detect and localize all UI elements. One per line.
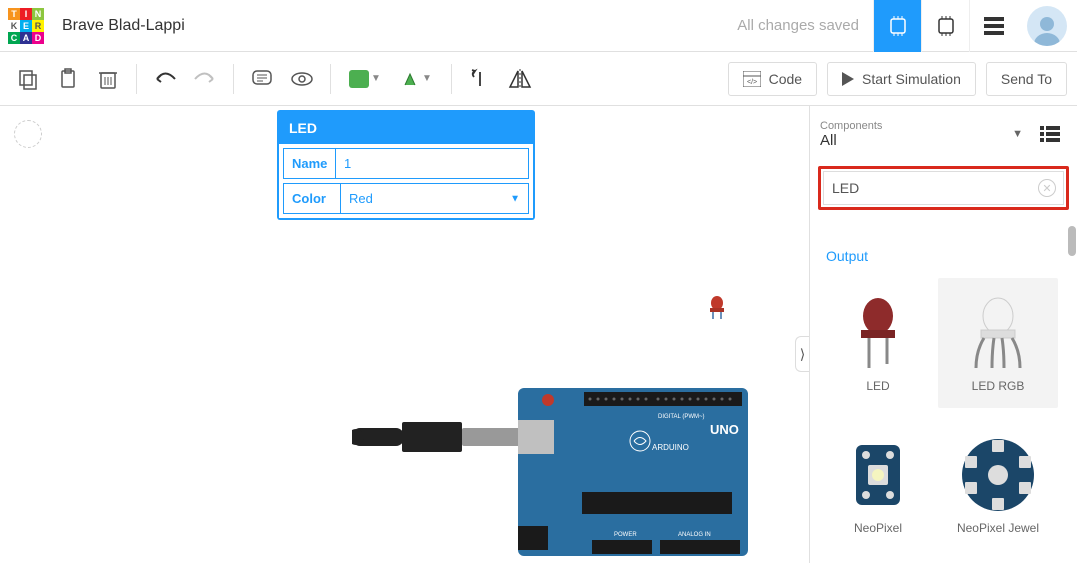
wire-type-button[interactable]: ▼ bbox=[393, 61, 441, 97]
property-row-color: Color Red ▼ bbox=[283, 183, 529, 214]
send-to-button[interactable]: Send To bbox=[986, 62, 1067, 96]
components-category-select[interactable]: Components All bbox=[820, 120, 1002, 149]
main-area: LED Name Color Red ▼ bbox=[0, 106, 1077, 563]
property-label-color: Color bbox=[284, 184, 340, 213]
scrollbar-thumb[interactable] bbox=[1068, 226, 1076, 256]
svg-text:ANALOG IN: ANALOG IN bbox=[678, 532, 711, 538]
start-sim-label: Start Simulation bbox=[862, 71, 961, 87]
project-title[interactable]: Brave Blad-Lappi bbox=[62, 17, 737, 35]
svg-text:POWER: POWER bbox=[614, 532, 637, 538]
svg-text:</>: </> bbox=[747, 79, 757, 86]
search-highlight: ✕ bbox=[818, 166, 1069, 210]
svg-text:DIGITAL (PWM~): DIGITAL (PWM~) bbox=[658, 414, 705, 420]
properties-title: LED bbox=[279, 112, 533, 144]
toolbar-separator bbox=[451, 64, 452, 94]
code-button[interactable]: </> Code bbox=[728, 62, 817, 96]
component-item-neopixel-jewel[interactable]: NeoPixel Jewel bbox=[938, 420, 1058, 550]
header-view-icons bbox=[873, 0, 1017, 52]
components-value: All bbox=[820, 132, 1002, 149]
notes-button[interactable] bbox=[244, 61, 280, 97]
circuit-view-icon[interactable] bbox=[873, 0, 921, 52]
rotate-button[interactable] bbox=[462, 61, 498, 97]
neopixel-jewel-icon bbox=[959, 435, 1037, 515]
undo-button[interactable] bbox=[147, 61, 183, 97]
search-clear-button[interactable]: ✕ bbox=[1038, 179, 1056, 197]
list-toggle-button[interactable] bbox=[1033, 117, 1067, 151]
paste-button[interactable] bbox=[50, 61, 86, 97]
canvas-component-arduino[interactable]: UNO ARDUINO DIGITAL (PWM~) POWER ANALOG … bbox=[352, 378, 752, 563]
svg-text:ARDUINO: ARDUINO bbox=[652, 443, 689, 452]
toolbar-separator bbox=[136, 64, 137, 94]
tinkercad-logo[interactable]: TIN KER CAD bbox=[0, 0, 52, 52]
component-item-neopixel[interactable]: NeoPixel bbox=[818, 420, 938, 550]
list-view-icon[interactable] bbox=[969, 0, 1017, 52]
toolbar-separator bbox=[330, 64, 331, 94]
save-status: All changes saved bbox=[737, 17, 859, 34]
property-row-name: Name bbox=[283, 148, 529, 179]
code-icon: </> bbox=[743, 71, 761, 87]
header-bar: TIN KER CAD Brave Blad-Lappi All changes… bbox=[0, 0, 1077, 52]
component-item-led[interactable]: LED bbox=[818, 278, 938, 408]
canvas-component-led[interactable] bbox=[708, 296, 726, 325]
component-name: LED bbox=[866, 379, 889, 393]
chevron-down-icon: ▼ bbox=[371, 73, 381, 84]
schematic-view-icon[interactable] bbox=[921, 0, 969, 52]
play-icon bbox=[842, 72, 854, 86]
properties-panel: LED Name Color Red ▼ bbox=[277, 110, 535, 220]
send-to-label: Send To bbox=[1001, 71, 1052, 87]
property-input-name[interactable] bbox=[335, 149, 528, 178]
redo-button[interactable] bbox=[187, 61, 223, 97]
property-select-color[interactable]: Red bbox=[340, 184, 528, 213]
mirror-button[interactable] bbox=[502, 61, 538, 97]
category-label: Output bbox=[826, 248, 1073, 264]
svg-text:UNO: UNO bbox=[710, 422, 739, 437]
sidebar-collapse-handle[interactable]: ⟩ bbox=[795, 336, 809, 372]
toolbar-separator bbox=[233, 64, 234, 94]
delete-button[interactable] bbox=[90, 61, 126, 97]
zoom-fit-button[interactable] bbox=[14, 120, 42, 148]
code-button-label: Code bbox=[769, 71, 802, 87]
wire-color-button[interactable]: ▼ bbox=[341, 61, 389, 97]
component-name: LED RGB bbox=[972, 379, 1025, 393]
property-label-name: Name bbox=[284, 149, 335, 178]
neopixel-icon bbox=[848, 435, 908, 515]
chevron-down-icon: ▼ bbox=[1012, 128, 1023, 140]
component-name: NeoPixel Jewel bbox=[957, 521, 1039, 535]
led-icon bbox=[853, 293, 903, 373]
component-item-led-rgb[interactable]: LED RGB bbox=[938, 278, 1058, 408]
color-swatch-icon bbox=[349, 70, 369, 88]
visibility-button[interactable] bbox=[284, 61, 320, 97]
components-label: Components bbox=[820, 120, 1002, 132]
components-list: Output LED LED RGB bbox=[810, 218, 1077, 563]
components-sidebar: Components All ▼ ✕ Output LED bbox=[809, 106, 1077, 563]
chevron-down-icon: ▼ bbox=[422, 73, 432, 84]
component-name: NeoPixel bbox=[854, 521, 902, 535]
copy-button[interactable] bbox=[10, 61, 46, 97]
led-rgb-icon bbox=[970, 293, 1026, 373]
canvas[interactable]: LED Name Color Red ▼ bbox=[0, 106, 809, 563]
start-simulation-button[interactable]: Start Simulation bbox=[827, 62, 976, 96]
search-input[interactable] bbox=[823, 171, 1064, 205]
scrollbar-track[interactable] bbox=[1067, 226, 1077, 526]
toolbar: ▼ ▼ </> Code Start Simulation Send To bbox=[0, 52, 1077, 106]
user-avatar[interactable] bbox=[1027, 6, 1067, 46]
